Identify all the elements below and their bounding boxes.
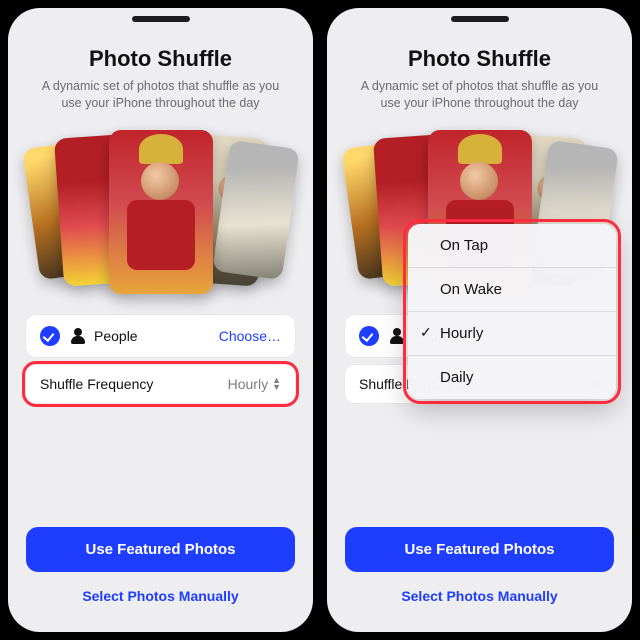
checkmark-icon	[40, 326, 60, 346]
photo-thumbnail-front	[109, 130, 213, 294]
frequency-option-hourly[interactable]: Hourly	[408, 312, 616, 356]
phone-left: Photo Shuffle A dynamic set of photos th…	[4, 4, 317, 636]
frequency-option-on-tap[interactable]: On Tap	[408, 224, 616, 268]
choose-link[interactable]: Choose…	[219, 328, 281, 344]
shuffle-frequency-row[interactable]: Shuffle Frequency Hourly ▲▼	[26, 365, 295, 403]
notch	[451, 16, 509, 22]
select-photos-manually-button[interactable]: Select Photos Manually	[26, 582, 295, 610]
page-title: Photo Shuffle	[408, 46, 551, 72]
people-row[interactable]: People Choose…	[26, 315, 295, 357]
photo-carousel	[31, 126, 291, 301]
checkmark-icon	[359, 326, 379, 346]
people-label: People	[94, 328, 138, 344]
select-photos-manually-button[interactable]: Select Photos Manually	[345, 582, 614, 610]
person-icon	[389, 328, 405, 344]
up-down-chevron-icon: ▲▼	[272, 377, 281, 391]
frequency-label: Shuffle Frequency	[40, 376, 153, 392]
use-featured-photos-button[interactable]: Use Featured Photos	[345, 527, 614, 572]
page-subtitle: A dynamic set of photos that shuffle as …	[31, 78, 291, 112]
frequency-value: Hourly	[228, 376, 268, 392]
page-subtitle: A dynamic set of photos that shuffle as …	[350, 78, 610, 112]
frequency-menu: On Tap On Wake Hourly Daily	[408, 224, 616, 399]
person-icon	[70, 328, 86, 344]
page-title: Photo Shuffle	[89, 46, 232, 72]
phone-right: Photo Shuffle A dynamic set of photos th…	[323, 4, 636, 636]
frequency-option-daily[interactable]: Daily	[408, 356, 616, 399]
notch	[132, 16, 190, 22]
frequency-option-on-wake[interactable]: On Wake	[408, 268, 616, 312]
use-featured-photos-button[interactable]: Use Featured Photos	[26, 527, 295, 572]
